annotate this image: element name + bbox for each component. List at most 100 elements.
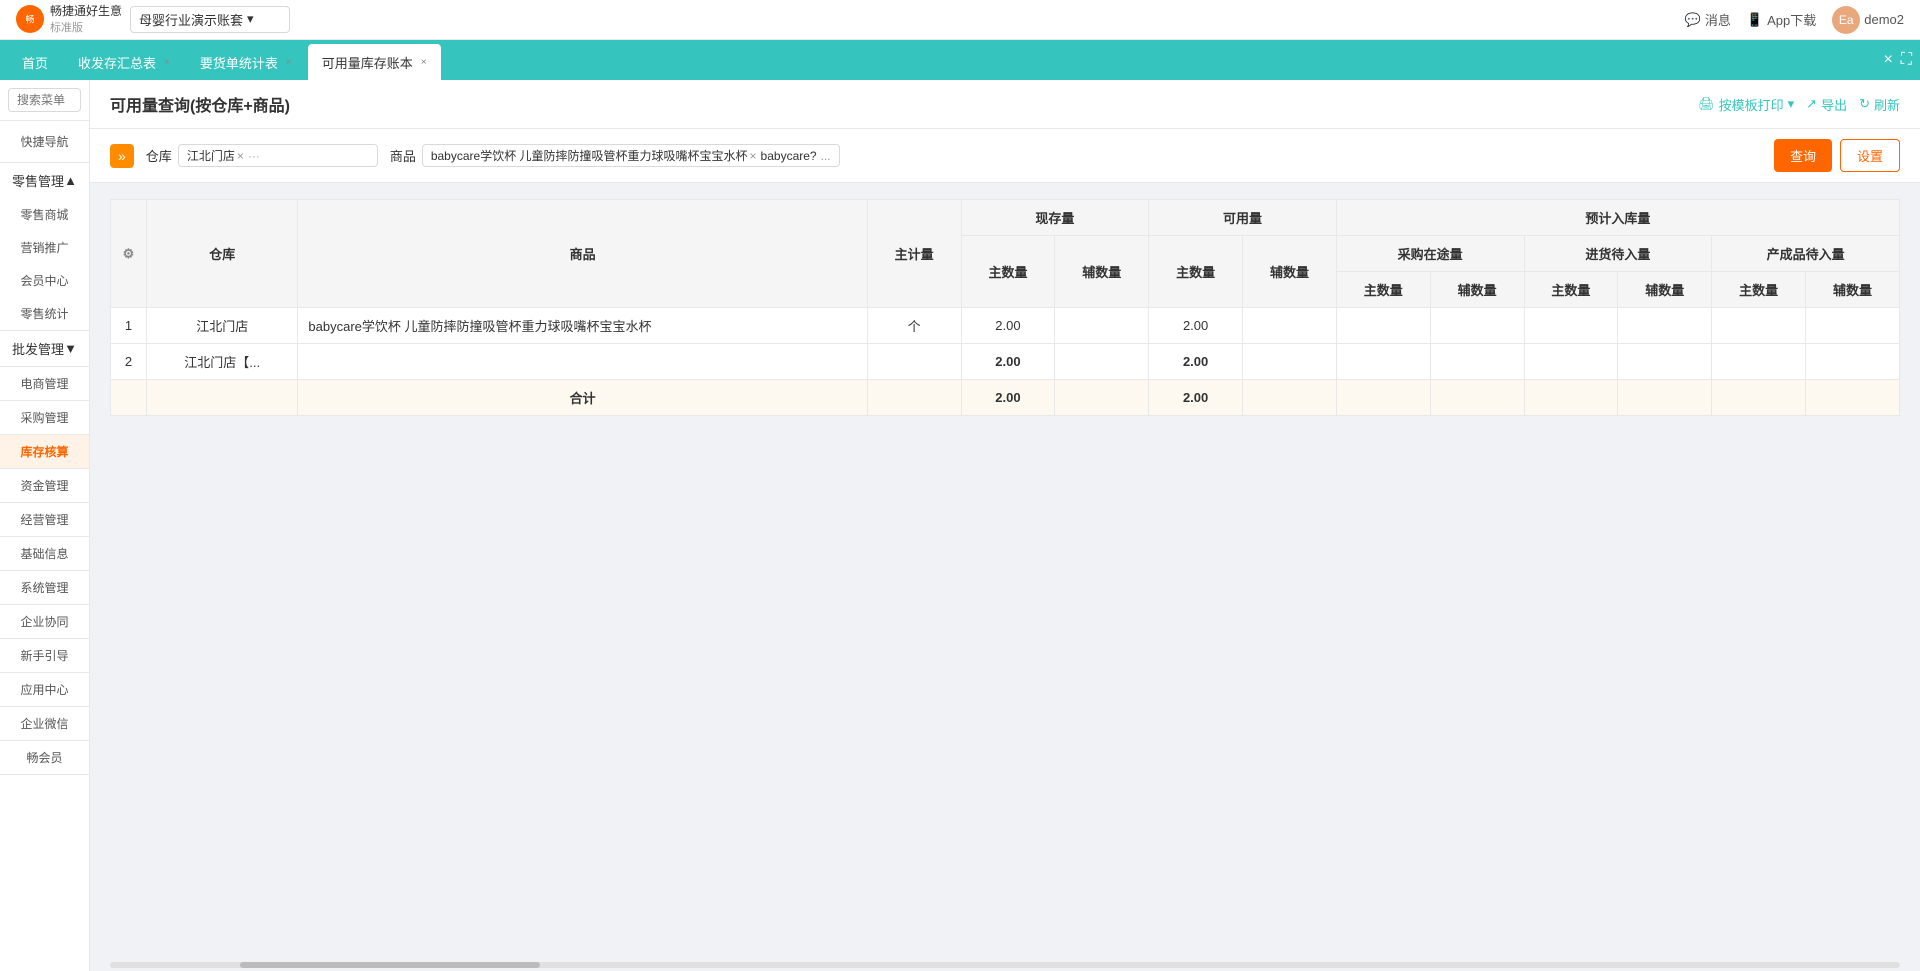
col-settings-icon[interactable]: ⚙ bbox=[123, 246, 135, 261]
expand-filter-btn[interactable]: » bbox=[110, 144, 134, 168]
nav-right-actions: × ⛶ bbox=[1883, 51, 1912, 69]
cell-unit-1: 个 bbox=[867, 308, 961, 344]
export-btn[interactable]: ↗ 导出 bbox=[1806, 95, 1847, 114]
sidebar-section-wholesale: 批发管理 ▼ bbox=[0, 331, 89, 367]
table-footer-row: 合计 2.00 2.00 bbox=[111, 380, 1900, 416]
footer-pur-transit-sub bbox=[1430, 380, 1524, 416]
col-pur-transit-main: 主数量 bbox=[1336, 272, 1430, 308]
sidebar-item-member[interactable]: 畅会员 bbox=[0, 741, 89, 774]
fullscreen-btn[interactable]: ⛶ bbox=[1901, 51, 1912, 69]
footer-pur-transit-main bbox=[1336, 380, 1430, 416]
refresh-btn[interactable]: ↻ 刷新 bbox=[1859, 95, 1900, 114]
tab-order-stats[interactable]: 要货单统计表 × bbox=[186, 44, 306, 80]
close-all-tabs-btn[interactable]: × bbox=[1883, 51, 1892, 69]
sidebar-item-basic[interactable]: 基础信息 bbox=[0, 537, 89, 570]
store-selector[interactable]: 母婴行业演示账套 ▾ bbox=[130, 6, 290, 33]
main-layout: 快捷导航 零售管理 ▲ 零售商城 营销推广 会员中心 零售统计 批发管理 ▼ 电… bbox=[0, 80, 1920, 971]
print-chevron-icon: ▾ bbox=[1788, 96, 1795, 112]
sidebar-section-retail-header[interactable]: 零售管理 ▲ bbox=[0, 163, 89, 198]
warehouse-label: 仓库 bbox=[146, 146, 172, 165]
cell-incoming-sub-2 bbox=[1618, 344, 1712, 380]
scroll-thumb[interactable] bbox=[240, 962, 540, 968]
cell-current-sub-1 bbox=[1055, 308, 1149, 344]
sidebar-section-retail: 零售管理 ▲ 零售商城 营销推广 会员中心 零售统计 bbox=[0, 163, 89, 331]
product-tag-2[interactable]: babycare? bbox=[761, 149, 817, 163]
print-icon: 🖨 bbox=[1698, 96, 1715, 112]
sidebar-item-retail-mall[interactable]: 零售商城 bbox=[0, 198, 89, 231]
product-filter-tags[interactable]: babycare学饮杯 儿童防摔防撞吸管杯重力球吸嘴杯宝宝水杯 × babyca… bbox=[422, 144, 840, 167]
col-current-main-header: 主数量 bbox=[961, 236, 1055, 308]
message-btn[interactable]: 💬 消息 bbox=[1685, 10, 1731, 29]
horizontal-scrollbar[interactable] bbox=[90, 959, 1920, 971]
topbar-right: 💬 消息 📱 App下载 Ea demo2 bbox=[1685, 6, 1904, 34]
print-label: 按模板打印 bbox=[1719, 95, 1784, 114]
sidebar-section-inventory: 库存核算 bbox=[0, 435, 89, 469]
sidebar-item-collab[interactable]: 企业协同 bbox=[0, 605, 89, 638]
footer-incoming-sub bbox=[1618, 380, 1712, 416]
page-header: 可用量查询(按仓库+商品) 🖨 按模板打印 ▾ ↗ 导出 ↻ 刷新 bbox=[90, 80, 1920, 129]
cell-seq-1: 1 bbox=[111, 308, 147, 344]
search-input[interactable] bbox=[8, 88, 81, 112]
cell-current-main-1: 2.00 bbox=[961, 308, 1055, 344]
col-incoming-sub: 辅数量 bbox=[1618, 272, 1712, 308]
table-row: 2 江北门店【... 2.00 2.00 bbox=[111, 344, 1900, 380]
product-tag-1[interactable]: babycare学饮杯 儿童防摔防撞吸管杯重力球吸嘴杯宝宝水杯 × bbox=[431, 147, 757, 164]
footer-product-main bbox=[1712, 380, 1806, 416]
sidebar-item-quick-nav[interactable]: 快捷导航 bbox=[0, 125, 89, 158]
col-unit-header: 主计量 bbox=[867, 200, 961, 308]
logo-text-group: 畅捷通好生意 标准版 bbox=[50, 4, 122, 34]
sidebar-item-apps[interactable]: 应用中心 bbox=[0, 673, 89, 706]
topbar: 畅 畅捷通好生意 标准版 母婴行业演示账套 ▾ 💬 消息 📱 App下载 Ea … bbox=[0, 0, 1920, 40]
col-available-sub-header: 辅数量 bbox=[1243, 236, 1337, 308]
sidebar-section-wholesale-header[interactable]: 批发管理 ▼ bbox=[0, 331, 89, 366]
user-profile-btn[interactable]: Ea demo2 bbox=[1832, 6, 1904, 34]
product-tag-1-label: babycare学饮杯 儿童防摔防撞吸管杯重力球吸嘴杯宝宝水杯 bbox=[431, 147, 748, 164]
sidebar-section-member: 畅会员 bbox=[0, 741, 89, 775]
logo-icon: 畅 bbox=[16, 5, 44, 33]
col-product-pending-header: 产成品待入量 bbox=[1712, 236, 1900, 272]
sidebar-section-collab: 企业协同 bbox=[0, 605, 89, 639]
tab-home[interactable]: 首页 bbox=[8, 44, 62, 80]
tab-available-stock[interactable]: 可用量库存账本 × bbox=[308, 44, 441, 80]
sidebar-item-retail-stats[interactable]: 零售统计 bbox=[0, 297, 89, 330]
tab-receive-summary-close[interactable]: × bbox=[164, 57, 170, 68]
sidebar-item-finance[interactable]: 资金管理 bbox=[0, 469, 89, 502]
tab-receive-summary[interactable]: 收发存汇总表 × bbox=[64, 44, 184, 80]
sidebar-item-wechat[interactable]: 企业微信 bbox=[0, 707, 89, 740]
footer-product-sub bbox=[1806, 380, 1900, 416]
col-available-header: 可用量 bbox=[1149, 200, 1337, 236]
sidebar-item-ecommerce[interactable]: 电商管理 bbox=[0, 367, 89, 400]
header-actions: 🖨 按模板打印 ▾ ↗ 导出 ↻ 刷新 bbox=[1698, 95, 1900, 114]
sidebar-section-guide: 新手引导 bbox=[0, 639, 89, 673]
sidebar-item-system[interactable]: 系统管理 bbox=[0, 571, 89, 604]
sidebar-item-purchase[interactable]: 采购管理 bbox=[0, 401, 89, 434]
sidebar-item-guide[interactable]: 新手引导 bbox=[0, 639, 89, 672]
tab-available-stock-close[interactable]: × bbox=[421, 57, 427, 68]
tab-order-stats-label: 要货单统计表 bbox=[200, 53, 278, 72]
sidebar-item-marketing[interactable]: 营销推广 bbox=[0, 231, 89, 264]
tab-receive-summary-label: 收发存汇总表 bbox=[78, 53, 156, 72]
warehouse-filter-tags[interactable]: 江北门店 × ··· bbox=[178, 144, 378, 167]
app-download-btn[interactable]: 📱 App下载 bbox=[1747, 10, 1816, 29]
sidebar: 快捷导航 零售管理 ▲ 零售商城 营销推广 会员中心 零售统计 批发管理 ▼ 电… bbox=[0, 80, 90, 971]
warehouse-tag-remove[interactable]: × bbox=[237, 149, 244, 163]
cell-available-sub-2 bbox=[1243, 344, 1337, 380]
sidebar-item-member-center[interactable]: 会员中心 bbox=[0, 264, 89, 297]
scroll-track bbox=[110, 962, 1900, 968]
product-tag-1-remove[interactable]: × bbox=[750, 149, 757, 163]
nav-tabs: 首页 收发存汇总表 × 要货单统计表 × 可用量库存账本 × × ⛶ bbox=[0, 40, 1920, 80]
footer-incoming-main bbox=[1524, 380, 1618, 416]
col-product-main: 主数量 bbox=[1712, 272, 1806, 308]
query-btn[interactable]: 查询 bbox=[1774, 139, 1832, 172]
cell-pur-transit-main-1 bbox=[1336, 308, 1430, 344]
user-name: demo2 bbox=[1864, 12, 1904, 27]
print-btn[interactable]: 🖨 按模板打印 ▾ bbox=[1698, 95, 1794, 114]
warehouse-tag-jiangbei[interactable]: 江北门店 × bbox=[187, 147, 244, 164]
settings-btn[interactable]: 设置 bbox=[1840, 139, 1900, 172]
tab-order-stats-close[interactable]: × bbox=[286, 57, 292, 68]
sidebar-item-inventory[interactable]: 库存核算 bbox=[0, 435, 89, 468]
sidebar-section-system: 系统管理 bbox=[0, 571, 89, 605]
sidebar-item-operations[interactable]: 经营管理 bbox=[0, 503, 89, 536]
table-container: ⚙ 仓库 商品 主计量 现存量 可用量 预计入库量 主数量 辅数量 主数量 辅数… bbox=[90, 183, 1920, 959]
logo-area: 畅 畅捷通好生意 标准版 bbox=[16, 4, 122, 34]
